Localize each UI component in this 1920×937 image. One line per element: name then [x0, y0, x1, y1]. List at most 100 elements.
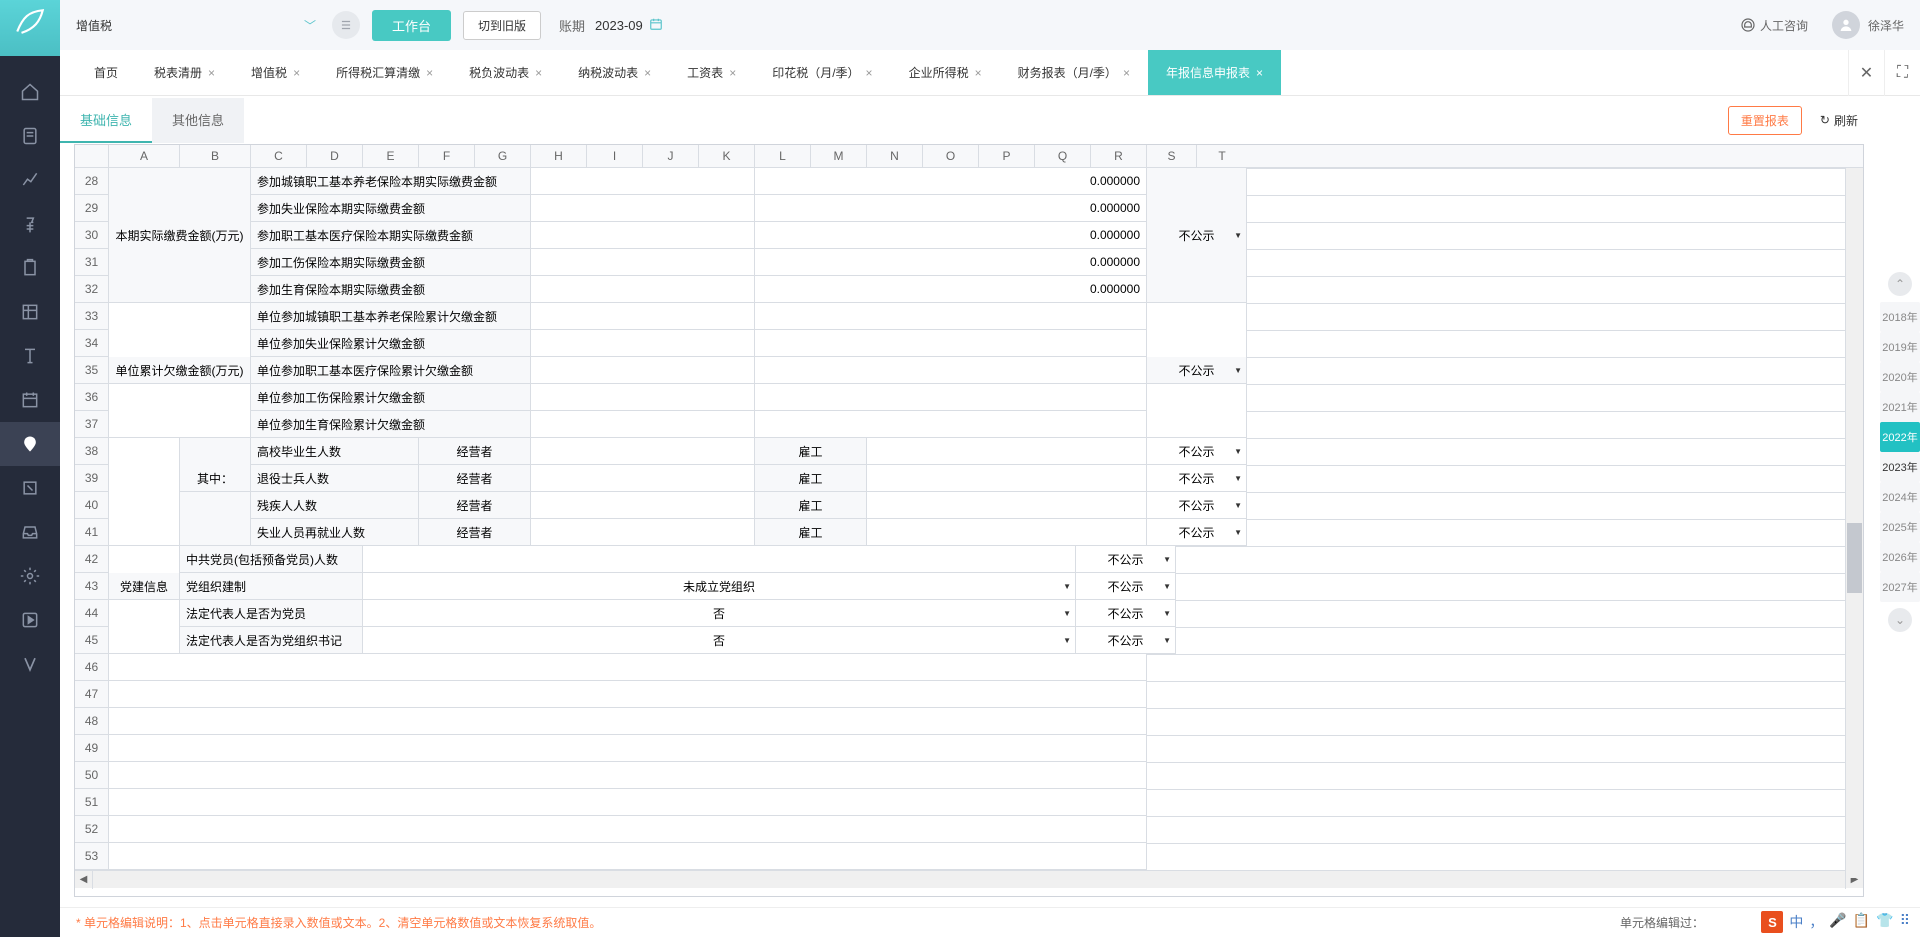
row-num-46[interactable]: 46: [75, 654, 109, 681]
tab-close-2[interactable]: ×: [293, 66, 300, 80]
cell[interactable]: 经营者: [419, 465, 531, 492]
cell[interactable]: 不公示: [1147, 357, 1247, 384]
col-header-T[interactable]: T: [1197, 145, 1247, 167]
cell[interactable]: [531, 330, 755, 357]
row-num-45[interactable]: 45: [75, 627, 109, 654]
ime-item-3[interactable]: 📋: [1853, 912, 1870, 932]
cell[interactable]: [531, 519, 755, 546]
horizontal-scrollbar[interactable]: ◀ ▶: [75, 870, 1863, 888]
workspace-button[interactable]: 工作台: [372, 10, 451, 41]
cell[interactable]: 单位参加工伤保险累计欠缴金额: [251, 384, 531, 411]
cell[interactable]: [363, 546, 1076, 573]
cell[interactable]: 不公示: [1076, 546, 1176, 573]
cell[interactable]: 参加失业保险本期实际缴费金额: [251, 195, 531, 222]
cell[interactable]: [755, 330, 1147, 357]
row-num-39[interactable]: 39: [75, 465, 109, 492]
nav-text-icon[interactable]: [0, 334, 60, 378]
list-icon[interactable]: [332, 11, 360, 39]
year-2021年[interactable]: 2021年: [1880, 392, 1920, 422]
tab-9[interactable]: 财务报表（月/季）×: [1000, 50, 1148, 95]
cell[interactable]: [531, 465, 755, 492]
cell[interactable]: 0.000000: [755, 222, 1147, 249]
col-header-S[interactable]: S: [1147, 145, 1197, 167]
subtab-basic[interactable]: 基础信息: [60, 98, 152, 143]
cell[interactable]: 本期实际缴费金额(万元): [109, 168, 251, 303]
cell[interactable]: [531, 384, 755, 411]
scroll-left-icon[interactable]: ◀: [75, 871, 93, 889]
col-header-F[interactable]: F: [419, 145, 475, 167]
rail-bottom-icon[interactable]: ⌄: [1888, 608, 1912, 632]
tab-4[interactable]: 税负波动表×: [451, 50, 560, 95]
cell[interactable]: 0.000000: [755, 195, 1147, 222]
nav-chart-icon[interactable]: [0, 158, 60, 202]
nav-form-icon[interactable]: [0, 290, 60, 334]
nav-home-icon[interactable]: [0, 70, 60, 114]
row-num-49[interactable]: 49: [75, 735, 109, 762]
cell[interactable]: [531, 357, 755, 384]
col-header-B[interactable]: B: [180, 145, 251, 167]
rail-top-icon[interactable]: ⌃: [1888, 272, 1912, 296]
col-header-E[interactable]: E: [363, 145, 419, 167]
tab-close-9[interactable]: ×: [1123, 66, 1130, 80]
tab-0[interactable]: 首页: [76, 50, 136, 95]
row-num-31[interactable]: 31: [75, 249, 109, 276]
row-num-30[interactable]: 30: [75, 222, 109, 249]
year-2024年[interactable]: 2024年: [1880, 482, 1920, 512]
tab-1[interactable]: 税表清册×: [136, 50, 233, 95]
col-header-G[interactable]: G: [475, 145, 531, 167]
col-header-O[interactable]: O: [923, 145, 979, 167]
cell[interactable]: 不公示: [1147, 465, 1247, 492]
col-header-C[interactable]: C: [251, 145, 307, 167]
row-num-38[interactable]: 38: [75, 438, 109, 465]
cell[interactable]: 单位参加城镇职工基本养老保险累计欠缴金额: [251, 303, 531, 330]
cell[interactable]: 雇工: [755, 492, 867, 519]
year-2025年[interactable]: 2025年: [1880, 512, 1920, 542]
ime-item-2[interactable]: 🎤: [1829, 912, 1846, 932]
cell[interactable]: 0.000000: [755, 276, 1147, 303]
cell[interactable]: [867, 519, 1147, 546]
row-num-32[interactable]: 32: [75, 276, 109, 303]
col-header-A[interactable]: A: [109, 145, 180, 167]
tab-close-4[interactable]: ×: [535, 66, 542, 80]
subtab-other[interactable]: 其他信息: [152, 98, 244, 143]
cell[interactable]: 不公示: [1147, 492, 1247, 519]
nav-play-icon[interactable]: [0, 598, 60, 642]
row-num-51[interactable]: 51: [75, 789, 109, 816]
row-num-34[interactable]: 34: [75, 330, 109, 357]
cell[interactable]: 0.000000: [755, 249, 1147, 276]
ime-item-1[interactable]: ，: [1809, 912, 1823, 932]
cell[interactable]: 不公示: [1147, 519, 1247, 546]
year-2018年[interactable]: 2018年: [1880, 302, 1920, 332]
cell[interactable]: 高校毕业生人数: [251, 438, 419, 465]
cell[interactable]: 经营者: [419, 492, 531, 519]
row-num-37[interactable]: 37: [75, 411, 109, 438]
cell[interactable]: [531, 438, 755, 465]
col-header-J[interactable]: J: [643, 145, 699, 167]
row-num-44[interactable]: 44: [75, 600, 109, 627]
refresh-button[interactable]: ↻刷新: [1820, 112, 1858, 129]
nav-inbox-icon[interactable]: [0, 510, 60, 554]
cell[interactable]: 参加工伤保险本期实际缴费金额: [251, 249, 531, 276]
cell[interactable]: [531, 195, 755, 222]
row-num-28[interactable]: 28: [75, 168, 109, 195]
col-header-N[interactable]: N: [867, 145, 923, 167]
tab-5[interactable]: 纳税波动表×: [560, 50, 669, 95]
cell[interactable]: 不公示: [1076, 627, 1176, 654]
tab-close-10[interactable]: ×: [1256, 66, 1263, 80]
cell[interactable]: [531, 303, 755, 330]
cell[interactable]: 党建信息: [109, 573, 180, 600]
row-num-41[interactable]: 41: [75, 519, 109, 546]
cell[interactable]: [755, 357, 1147, 384]
user-avatar-icon[interactable]: [1832, 11, 1860, 39]
cell[interactable]: 其中：: [180, 465, 251, 492]
tab-close-1[interactable]: ×: [208, 66, 215, 80]
year-2026年[interactable]: 2026年: [1880, 542, 1920, 572]
cell[interactable]: [531, 249, 755, 276]
year-2022年[interactable]: 2022年: [1880, 422, 1920, 452]
cell[interactable]: 不公示: [1147, 438, 1247, 465]
col-header-M[interactable]: M: [811, 145, 867, 167]
cell[interactable]: 失业人员再就业人数: [251, 519, 419, 546]
row-num-42[interactable]: 42: [75, 546, 109, 573]
col-header-L[interactable]: L: [755, 145, 811, 167]
year-2020年[interactable]: 2020年: [1880, 362, 1920, 392]
